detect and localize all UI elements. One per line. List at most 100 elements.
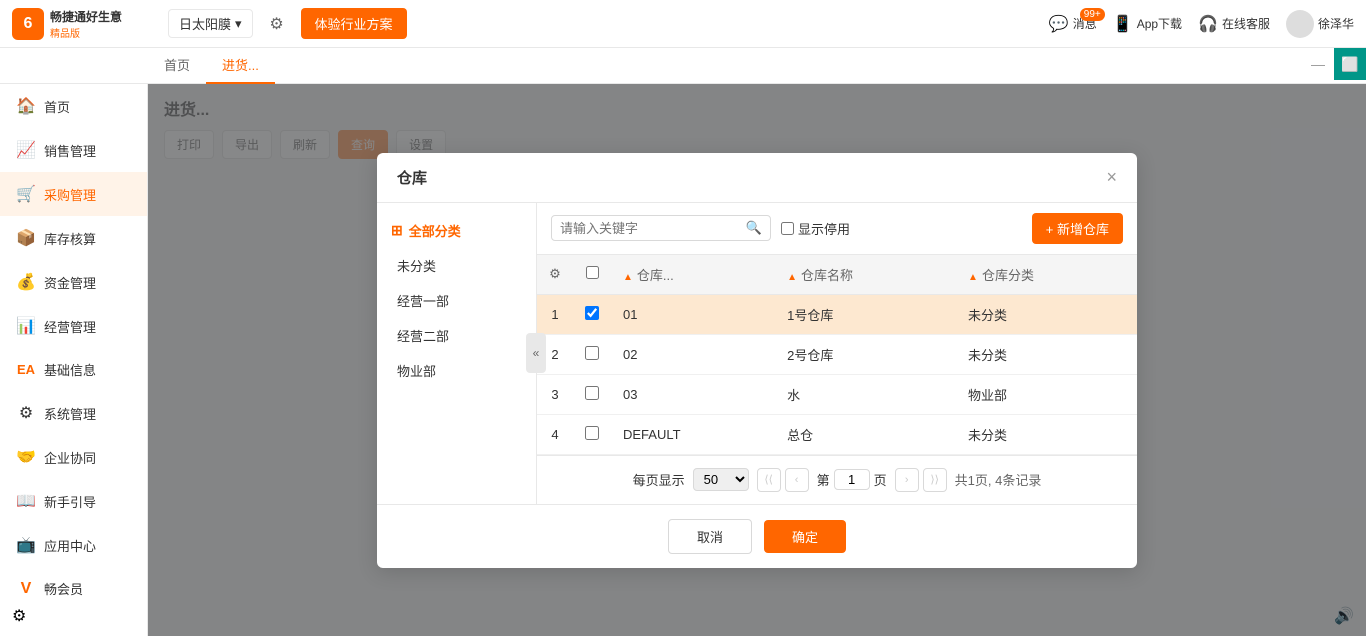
sidebar-item-system[interactable]: ⚙ 系统管理 xyxy=(0,391,147,435)
table-row[interactable]: 1 01 1号仓库 未分类 xyxy=(537,294,1137,334)
user-profile[interactable]: 徐泽华 xyxy=(1286,10,1354,38)
sort-icon-name: ▲ xyxy=(787,272,797,283)
row-checkbox-cell[interactable] xyxy=(573,334,611,374)
row-checkbox-cell[interactable] xyxy=(573,374,611,414)
table-row[interactable]: 2 02 2号仓库 未分类 xyxy=(537,334,1137,374)
show-disabled-checkbox[interactable]: 显示停用 xyxy=(781,219,850,238)
sidebar-label-vip: 畅会员 xyxy=(44,579,83,598)
select-all-checkbox[interactable] xyxy=(586,266,599,279)
row-checkbox-cell[interactable] xyxy=(573,294,611,334)
row-number: 4 xyxy=(537,414,573,454)
table-row[interactable]: 4 DEFAULT 总仓 未分类 xyxy=(537,414,1137,454)
sidebar-item-enterprise[interactable]: 🤝 企业协同 xyxy=(0,435,147,479)
per-page-label: 每页显示 xyxy=(633,470,685,489)
row-checkbox[interactable] xyxy=(585,426,599,440)
category-item-dept2[interactable]: 经营二部 xyxy=(377,318,536,353)
vip-icon: V xyxy=(16,580,36,598)
row-code: DEFAULT xyxy=(611,414,775,454)
row-category: 物业部 xyxy=(956,374,1137,414)
warehouse-modal: 仓库 × ⊞ 全部分类 未分类 经营一部 经营二部 物业部 xyxy=(377,153,1137,568)
logo-name: 畅捷通好生意 xyxy=(50,8,122,25)
apps-icon: 📺 xyxy=(16,535,36,555)
app-download-label: App下载 xyxy=(1137,15,1182,32)
search-icon: 🔍 xyxy=(746,220,762,236)
inventory-icon: 📦 xyxy=(16,228,36,248)
sidebar-label-finance: 资金管理 xyxy=(44,273,96,292)
row-category: 未分类 xyxy=(956,334,1137,374)
logo-area: 6 畅捷通好生意 精品版 xyxy=(12,8,160,40)
row-checkbox[interactable] xyxy=(585,306,599,320)
branch-selector[interactable]: 日太阳膜 ▾ xyxy=(168,9,253,38)
logo-text: 畅捷通好生意 精品版 xyxy=(50,8,122,40)
page-navigation: ⟨⟨ ‹ xyxy=(757,468,809,492)
warehouse-table: ⚙ ▲仓库... ▲仓库名称 ▲仓库分类 1 01 xyxy=(537,255,1137,455)
basic-info-icon: EA xyxy=(16,362,36,377)
sidebar-item-operations[interactable]: 📊 经营管理 xyxy=(0,304,147,348)
main-content: 进货... 打印 导出 刷新 查询 设置 仓库 × xyxy=(148,84,1366,636)
th-settings[interactable]: ⚙ xyxy=(537,255,573,295)
sidebar-label-basic-info: 基础信息 xyxy=(44,360,96,379)
sidebar-item-sales[interactable]: 📈 销售管理 xyxy=(0,128,147,172)
sidebar-item-finance[interactable]: 💰 资金管理 xyxy=(0,260,147,304)
all-category-item[interactable]: ⊞ 全部分类 xyxy=(377,213,536,248)
page-number-input[interactable] xyxy=(834,469,870,490)
table-row[interactable]: 3 03 水 物业部 xyxy=(537,374,1137,414)
row-name: 1号仓库 xyxy=(775,294,956,334)
try-industry-button[interactable]: 体验行业方案 xyxy=(301,8,407,39)
row-checkbox[interactable] xyxy=(585,386,599,400)
maximize-button[interactable]: ⬜ xyxy=(1334,48,1366,80)
minimize-button[interactable]: — xyxy=(1302,48,1334,80)
main-layout: 🏠 首页 📈 销售管理 🛒 采购管理 📦 库存核算 💰 资金管理 📊 经营管理 … xyxy=(0,84,1366,636)
sales-icon: 📈 xyxy=(16,140,36,160)
top-header: 6 畅捷通好生意 精品版 日太阳膜 ▾ ⚙ 体验行业方案 💬 99+ 消息 📱 … xyxy=(0,0,1366,48)
sidebar-settings-icon[interactable]: ⚙ xyxy=(12,606,26,626)
close-icon[interactable]: × xyxy=(1106,167,1117,188)
cancel-button[interactable]: 取消 xyxy=(668,519,752,554)
settings-icon[interactable]: ⚙ xyxy=(261,8,293,40)
row-category: 未分类 xyxy=(956,294,1137,334)
category-item-unclassified[interactable]: 未分类 xyxy=(377,248,536,283)
category-item-dept1[interactable]: 经营一部 xyxy=(377,283,536,318)
last-page-button[interactable]: ⟩⟩ xyxy=(923,468,947,492)
category-item-property[interactable]: 物业部 xyxy=(377,353,536,388)
row-checkbox-cell[interactable] xyxy=(573,414,611,454)
search-input[interactable] xyxy=(560,221,740,236)
sidebar-item-vip[interactable]: V 畅会员 xyxy=(0,567,147,610)
row-code: 03 xyxy=(611,374,775,414)
per-page-select[interactable]: 50 10 20 100 xyxy=(693,468,749,491)
app-download-button[interactable]: 📱 App下载 xyxy=(1113,14,1182,34)
row-checkbox[interactable] xyxy=(585,346,599,360)
modal-overlay[interactable]: 仓库 × ⊞ 全部分类 未分类 经营一部 经营二部 物业部 xyxy=(148,84,1366,636)
prev-page-button[interactable]: ‹ xyxy=(785,468,809,492)
row-number: 1 xyxy=(537,294,573,334)
th-checkbox[interactable] xyxy=(573,255,611,295)
collapse-button[interactable]: « xyxy=(526,333,546,373)
nav-tabs: 首页 进货... — ⬜ xyxy=(0,48,1366,84)
sidebar-label-apps: 应用中心 xyxy=(44,536,96,555)
sidebar-item-basic-info[interactable]: EA 基础信息 xyxy=(0,348,147,391)
tab-purchase[interactable]: 进货... xyxy=(206,48,275,84)
search-box[interactable]: 🔍 xyxy=(551,215,771,241)
sidebar-item-home[interactable]: 🏠 首页 xyxy=(0,84,147,128)
sidebar-label-operations: 经营管理 xyxy=(44,317,96,336)
tab-home[interactable]: 首页 xyxy=(148,48,206,84)
confirm-button[interactable]: 确定 xyxy=(764,520,846,553)
online-service-button[interactable]: 🎧 在线客服 xyxy=(1198,14,1270,34)
page-label: 第 xyxy=(817,470,830,489)
chevron-down-icon: ▾ xyxy=(235,16,242,32)
modal-body: ⊞ 全部分类 未分类 经营一部 经营二部 物业部 « xyxy=(377,203,1137,504)
messages-button[interactable]: 💬 99+ 消息 xyxy=(1049,14,1097,34)
first-page-button[interactable]: ⟨⟨ xyxy=(757,468,781,492)
sidebar-label-inventory: 库存核算 xyxy=(44,229,96,248)
modal-toolbar: 🔍 显示停用 + 新增仓库 xyxy=(537,203,1137,255)
row-number: 3 xyxy=(537,374,573,414)
row-name: 2号仓库 xyxy=(775,334,956,374)
sidebar-item-inventory[interactable]: 📦 库存核算 xyxy=(0,216,147,260)
sidebar-label-sales: 销售管理 xyxy=(44,141,96,160)
next-page-button[interactable]: › xyxy=(895,468,919,492)
sidebar-item-apps[interactable]: 📺 应用中心 xyxy=(0,523,147,567)
sidebar-item-guide[interactable]: 📖 新手引导 xyxy=(0,479,147,523)
sidebar-item-purchase[interactable]: 🛒 采购管理 xyxy=(0,172,147,216)
new-warehouse-button[interactable]: + 新增仓库 xyxy=(1032,213,1123,244)
disabled-checkbox[interactable] xyxy=(781,222,794,235)
